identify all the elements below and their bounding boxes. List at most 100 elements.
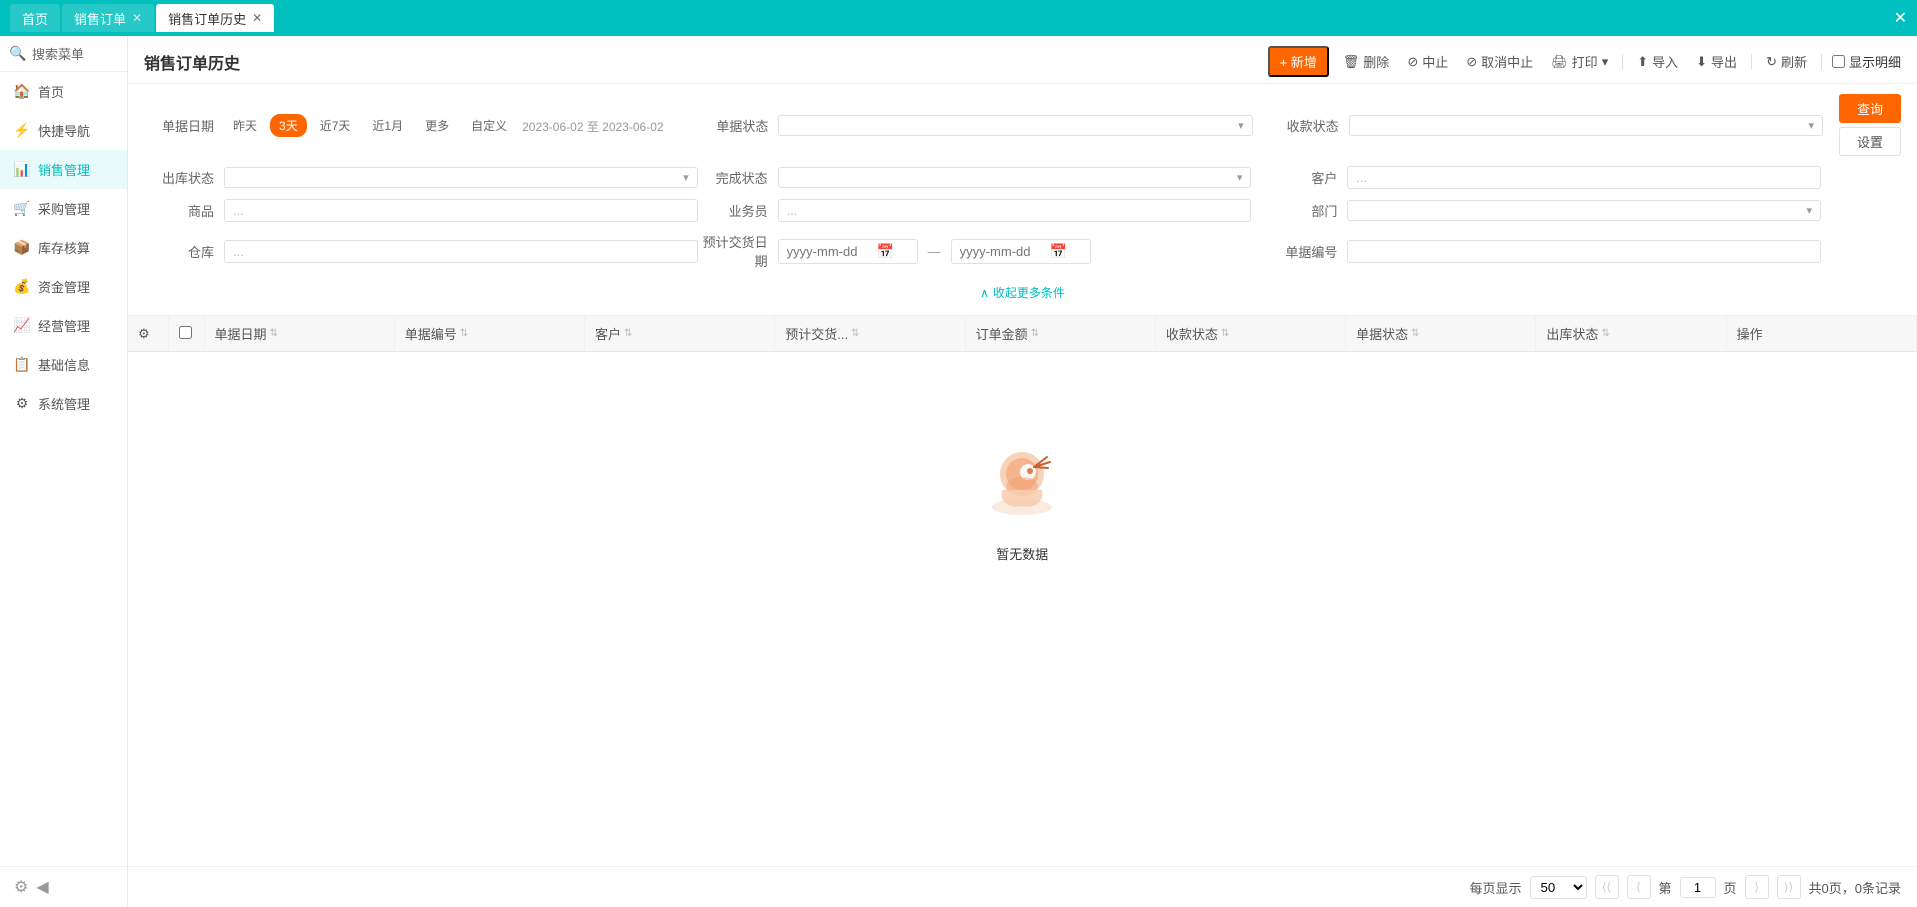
date-tab-3days[interactable]: 3天 (270, 114, 307, 137)
sidebar-item-system-label: 系统管理 (38, 394, 90, 413)
select-all-checkbox[interactable] (179, 326, 192, 339)
tab-sales-order-history-close[interactable]: ✕ (252, 11, 262, 25)
sidebar-item-system[interactable]: ⚙ 系统管理 (0, 384, 127, 423)
salesman-input[interactable]: ... (778, 199, 1252, 222)
table-check-col[interactable] (168, 316, 204, 352)
print-button[interactable]: 🖨 打印 ▾ (1547, 50, 1612, 73)
order-status-select[interactable]: ▾ (778, 115, 1252, 136)
date-tab-1month[interactable]: 近1月 (363, 114, 412, 137)
sidebar-item-home[interactable]: 🏠 首页 (0, 72, 127, 111)
refresh-button[interactable]: ↻ 刷新 (1762, 50, 1811, 73)
next-page-btn[interactable]: ⟩ (1745, 875, 1769, 899)
delivery-date-end[interactable]: 📅 (951, 239, 1091, 264)
cancel-stop-button[interactable]: ⊘ 取消中止 (1462, 50, 1537, 73)
date-tab-7days[interactable]: 近7天 (311, 114, 360, 137)
sidebar-item-purchase[interactable]: 🛒 采购管理 (0, 189, 127, 228)
col-delivery-date-sort-icon: ⇅ (851, 328, 859, 339)
completion-status-select[interactable]: ▾ (778, 167, 1252, 188)
sidebar-search[interactable]: 🔍 搜索菜单 (0, 36, 127, 72)
page-size-select[interactable]: 20 50 100 (1530, 876, 1587, 899)
sidebar-item-basic-info[interactable]: 📋 基础信息 (0, 345, 127, 384)
sidebar-item-sales[interactable]: 📊 销售管理 (0, 150, 127, 189)
receipt-status-select[interactable]: ▾ (1349, 115, 1823, 136)
sidebar-settings-btn[interactable]: ⚙ (14, 877, 28, 897)
order-no-input[interactable] (1347, 240, 1821, 263)
stop-button[interactable]: ⊘ 中止 (1403, 50, 1452, 73)
import-button[interactable]: ⬆ 导入 (1633, 50, 1682, 73)
filter-row-3: 商品 ... 业务员 ... 部门 ▾ (144, 199, 1901, 222)
print-label: 打印 (1572, 52, 1598, 71)
display-detail-toggle[interactable]: 显示明细 (1832, 52, 1901, 71)
tab-sales-order-history[interactable]: 销售订单历史 ✕ (156, 4, 274, 32)
sidebar-item-operations[interactable]: 📈 经营管理 (0, 306, 127, 345)
date-tab-yesterday[interactable]: 昨天 (224, 114, 266, 137)
salesman-filter: ... (778, 199, 1252, 222)
delete-button[interactable]: 🗑 删除 (1339, 50, 1394, 73)
display-detail-checkbox[interactable] (1832, 55, 1845, 68)
first-page-btn[interactable]: ⟨⟨ (1595, 875, 1619, 899)
setting-button[interactable]: 设置 (1839, 127, 1901, 156)
sidebar-item-quick-nav[interactable]: ⚡ 快捷导航 (0, 111, 127, 150)
toolbar-divider-2 (1751, 54, 1752, 70)
col-receipt-status[interactable]: 收款状态 ⇅ (1155, 316, 1345, 352)
col-no[interactable]: 单据编号 ⇅ (394, 316, 584, 352)
col-outbound-status-label: 出库状态 (1546, 324, 1598, 343)
sidebar-item-finance[interactable]: 💰 资金管理 (0, 267, 127, 306)
last-page-btn[interactable]: ⟩⟩ (1777, 875, 1801, 899)
tab-sales-order[interactable]: 销售订单 ✕ (62, 4, 154, 32)
empty-state: 暂无数据 (128, 352, 1917, 623)
top-bar-right: ✕ (1894, 8, 1907, 28)
department-select[interactable]: ▾ (1347, 200, 1821, 221)
col-amount-label: 订单金额 (976, 324, 1028, 343)
customer-input[interactable]: ... (1347, 166, 1821, 189)
calendar-start-icon[interactable]: 📅 (877, 243, 894, 260)
system-icon: ⚙ (14, 396, 30, 412)
table-settings-icon[interactable]: ⚙ (138, 326, 150, 341)
tab-sales-order-history-label: 销售订单历史 (168, 9, 246, 28)
date-tab-more[interactable]: 更多 (416, 114, 458, 137)
new-button[interactable]: + 新增 (1268, 46, 1329, 77)
toolbar: + 新增 🗑 删除 ⊘ 中止 ⊘ 取消中止 🖨 打印 ▾ (1268, 46, 1901, 77)
col-receipt-status-sort-icon: ⇅ (1221, 328, 1229, 339)
col-outbound-status[interactable]: 出库状态 ⇅ (1536, 316, 1726, 352)
toolbar-divider-3 (1821, 54, 1822, 70)
outbound-status-select[interactable]: ▾ (224, 167, 698, 188)
sidebar-item-inventory[interactable]: 📦 库存核算 (0, 228, 127, 267)
col-date-sort-icon: ⇅ (270, 328, 278, 339)
export-button[interactable]: ⬇ 导出 (1692, 50, 1741, 73)
prev-page-btn[interactable]: ⟨ (1627, 875, 1651, 899)
collapse-row[interactable]: ∧ 收起更多条件 (144, 280, 1901, 305)
collapse-label: 收起更多条件 (993, 284, 1065, 301)
filter-row-2: 出库状态 ▾ 完成状态 ▾ 客户 ... (144, 166, 1901, 189)
export-label: 导出 (1711, 52, 1737, 71)
page-label: 页 (1724, 878, 1737, 897)
page-input[interactable] (1680, 877, 1716, 898)
calendar-end-icon[interactable]: 📅 (1050, 243, 1067, 260)
delivery-date-end-input[interactable] (960, 244, 1050, 259)
table-settings-col[interactable]: ⚙ (128, 316, 168, 352)
goods-input[interactable]: ... (224, 199, 698, 222)
col-date[interactable]: 单据日期 ⇅ (204, 316, 394, 352)
tab-sales-order-close[interactable]: ✕ (132, 11, 142, 25)
date-tab-custom[interactable]: 自定义 (462, 114, 516, 137)
order-no-text-input[interactable] (1356, 244, 1812, 259)
col-amount[interactable]: 订单金额 ⇅ (965, 316, 1155, 352)
tab-home[interactable]: 首页 (10, 4, 60, 32)
col-date-label: 单据日期 (215, 324, 267, 343)
col-customer[interactable]: 客户 ⇅ (585, 316, 775, 352)
receipt-status-filter: ▾ (1349, 115, 1823, 136)
top-close-btn[interactable]: ✕ (1894, 8, 1907, 28)
sidebar-item-inventory-label: 库存核算 (38, 238, 90, 257)
col-delivery-date[interactable]: 预计交货... ⇅ (775, 316, 965, 352)
delivery-date-start-input[interactable] (787, 244, 877, 259)
sidebar-item-finance-label: 资金管理 (38, 277, 90, 296)
col-order-status[interactable]: 单据状态 ⇅ (1346, 316, 1536, 352)
empty-state-icon (972, 432, 1072, 532)
query-button[interactable]: 查询 (1839, 94, 1901, 123)
delivery-date-start[interactable]: 📅 (778, 239, 918, 264)
salesman-label: 业务员 (698, 201, 778, 220)
delivery-date-label: 预计交货日期 (698, 232, 778, 270)
pagination: 每页显示 20 50 100 ⟨⟨ ⟨ 第 页 ⟩ ⟩⟩ 共0页，0条记录 (128, 866, 1917, 907)
warehouse-input[interactable]: ... (224, 240, 698, 263)
sidebar-collapse-btn[interactable]: ◀ (36, 877, 48, 897)
